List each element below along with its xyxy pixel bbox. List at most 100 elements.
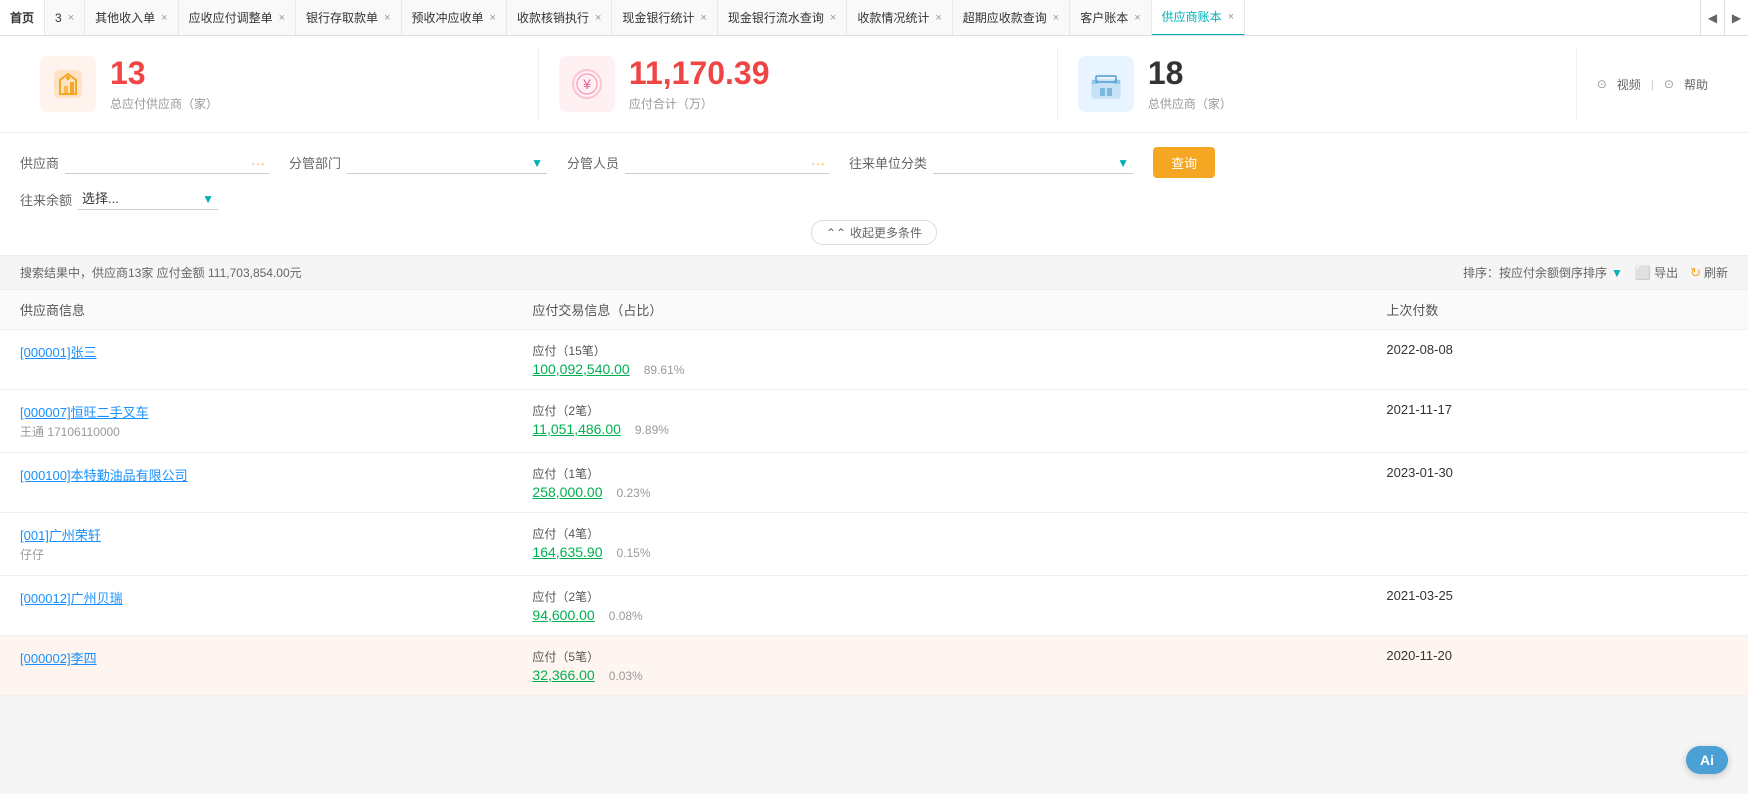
close-icon[interactable]: × <box>595 12 601 24</box>
supplier-name-link[interactable]: [000002]李四 <box>20 648 532 667</box>
dept-select-wrap: ▼ <box>347 152 547 174</box>
lastpay-col: 2021-11-17 <box>1386 402 1728 417</box>
collapse-section: ⌃⌃ 收起更多条件 <box>20 220 1728 245</box>
nav-prev-button[interactable]: ◀ <box>1700 0 1724 36</box>
nav-tab-cash-stats[interactable]: 现金银行统计 × <box>612 0 717 36</box>
payable-amount[interactable]: 32,366.00 <box>532 667 594 683</box>
close-icon[interactable]: × <box>1228 11 1234 23</box>
close-icon[interactable]: × <box>279 12 285 24</box>
supplier-name-link[interactable]: [000100]本特勤油品有限公司 <box>20 465 532 484</box>
payable-info: 应付（1笔） 258,000.00 0.23% <box>532 465 1386 500</box>
close-icon[interactable]: × <box>384 12 390 24</box>
close-icon[interactable]: × <box>1134 12 1140 24</box>
balance-select[interactable]: 选择... <box>78 188 218 210</box>
payable-amount[interactable]: 100,092,540.00 <box>532 361 629 377</box>
payable-total-label: 应付合计（万） <box>629 95 770 112</box>
payable-percent: 0.23% <box>616 486 650 500</box>
nav-tab-collection[interactable]: 收款核销执行 × <box>507 0 612 36</box>
payable-total-amount: 11,170.39 <box>629 56 770 91</box>
nav-tab-bank-deposits[interactable]: 银行存取款单 × <box>296 0 401 36</box>
nav-tab-other-income[interactable]: 其他收入单 × <box>85 0 178 36</box>
close-icon[interactable]: × <box>1053 12 1059 24</box>
ai-badge[interactable]: Ai <box>1686 746 1728 774</box>
supplier-name-link[interactable]: [000001]张三 <box>20 342 532 361</box>
person-input[interactable] <box>625 152 829 174</box>
payable-label: 应付（4笔） <box>532 525 1386 542</box>
collapse-button[interactable]: ⌃⌃ 收起更多条件 <box>811 220 937 245</box>
refresh-button[interactable]: ↻ 刷新 <box>1690 264 1728 281</box>
supplier-info-col: [000100]本特勤油品有限公司 <box>20 465 532 484</box>
video-link[interactable]: 视频 <box>1617 76 1641 93</box>
total-supplier-count: 18 <box>1148 56 1232 91</box>
person-dots-icon[interactable]: ··· <box>811 155 825 171</box>
filter-row-2: 往来余额 选择... ▼ <box>20 188 1728 210</box>
nav-tab-collection-stats[interactable]: 收款情况统计 × <box>847 0 952 36</box>
close-icon[interactable]: × <box>830 12 836 24</box>
payable-percent: 9.89% <box>635 423 669 437</box>
supplier-dots-icon[interactable]: ··· <box>251 155 265 171</box>
filter-area: 供应商 ··· 分管部门 ▼ 分管人员 ··· 往来单位分类 <box>0 133 1748 256</box>
nav-tab-customer-ledger[interactable]: 客户账本 × <box>1070 0 1151 36</box>
help-link[interactable]: 帮助 <box>1684 76 1708 93</box>
supplier-name-link[interactable]: [001]广州荣轩 <box>20 525 532 544</box>
filter-dept: 分管部门 ▼ <box>289 152 547 174</box>
supplier-name-link[interactable]: [000012]广州贝瑞 <box>20 588 532 607</box>
payable-amount[interactable]: 94,600.00 <box>532 607 594 623</box>
payable-amount[interactable]: 11,051,486.00 <box>532 421 621 437</box>
payable-percent: 0.03% <box>609 669 643 683</box>
table-row: [001]广州荣轩 仔仔 应付（4笔） 164,635.90 0.15% <box>0 513 1748 576</box>
filter-category: 往来单位分类 ▼ <box>849 152 1133 174</box>
dept-filter-label: 分管部门 <box>289 153 341 172</box>
card-info-total-supplier: 18 总供应商（家） <box>1148 56 1232 112</box>
supplier-contact: 仔仔 <box>20 546 532 563</box>
total-supplier-label: 总供应商（家） <box>1148 95 1232 112</box>
category-select[interactable] <box>933 152 1133 174</box>
close-icon[interactable]: × <box>935 12 941 24</box>
nav-tab-supplier-ledger[interactable]: 供应商账本 × <box>1152 0 1245 36</box>
sort-dropdown[interactable]: 排序：按应付余额倒序排序 ▼ <box>1463 264 1623 281</box>
supplier-name-link[interactable]: [000007]恒旺二手叉车 <box>20 402 532 421</box>
last-pay-date: 2023-01-30 <box>1386 465 1453 480</box>
nav-next-button[interactable]: ▶ <box>1724 0 1748 36</box>
payable-amount[interactable]: 164,635.90 <box>532 544 602 560</box>
close-icon[interactable]: × <box>68 12 74 24</box>
supplier-payable-icon <box>40 56 96 112</box>
col-header-supplier: 供应商信息 <box>20 300 532 319</box>
nav-tab-prepaid[interactable]: 预收冲应收单 × <box>402 0 507 36</box>
top-navigation: 首页 3 × 其他收入单 × 应收应付调整单 × 银行存取款单 × 预收冲应收单… <box>0 0 1748 36</box>
payable-col: 应付（15笔） 100,092,540.00 89.61% <box>532 342 1386 377</box>
payable-label: 应付（2笔） <box>532 402 1386 419</box>
export-button[interactable]: ⬜ 导出 <box>1635 264 1678 281</box>
collapse-up-icon: ⌃⌃ <box>826 226 846 240</box>
supplier-input-wrap: ··· <box>65 152 269 174</box>
summary-card-payable-suppliers: 13 总应付供应商（家） <box>20 48 539 120</box>
payable-amount[interactable]: 258,000.00 <box>532 484 602 500</box>
query-button[interactable]: 查询 <box>1153 147 1215 178</box>
table-body: [000001]张三 应付（15笔） 100,092,540.00 89.61%… <box>0 330 1748 696</box>
nav-tab-3[interactable]: 3 × <box>45 0 85 36</box>
payable-amount-row: 100,092,540.00 89.61% <box>532 361 1386 377</box>
close-icon[interactable]: × <box>161 12 167 24</box>
payable-amount-row: 94,600.00 0.08% <box>532 607 1386 623</box>
nav-tab-home[interactable]: 首页 <box>0 0 45 36</box>
dept-select[interactable] <box>347 152 547 174</box>
balance-select-wrap: 选择... ▼ <box>78 188 218 210</box>
total-supplier-icon <box>1078 56 1134 112</box>
last-pay-date: 2020-11-20 <box>1386 648 1452 663</box>
nav-tab-overdue[interactable]: 超期应收款查询 × <box>953 0 1070 36</box>
supplier-info-col: [000001]张三 <box>20 342 532 361</box>
payable-amount-row: 164,635.90 0.15% <box>532 544 1386 560</box>
supplier-input[interactable] <box>65 152 269 174</box>
table-row: [000007]恒旺二手叉车 王通 17106110000 应付（2笔） 11,… <box>0 390 1748 453</box>
filter-balance: 往来余额 选择... ▼ <box>20 188 218 210</box>
card-info-total: 11,170.39 应付合计（万） <box>629 56 770 112</box>
close-icon[interactable]: × <box>700 12 706 24</box>
close-icon[interactable]: × <box>490 12 496 24</box>
export-label: 导出 <box>1654 264 1678 281</box>
nav-tab-cash-flow[interactable]: 现金银行流水查询 × <box>718 0 847 36</box>
nav-tab-adjustments[interactable]: 应收应付调整单 × <box>179 0 296 36</box>
last-pay-date: 2021-03-25 <box>1386 588 1453 603</box>
col-header-lastpay: 上次付数 <box>1386 300 1728 319</box>
summary-card-payable-total: ¥ 11,170.39 应付合计（万） <box>539 48 1058 120</box>
refresh-label: 刷新 <box>1704 264 1728 281</box>
